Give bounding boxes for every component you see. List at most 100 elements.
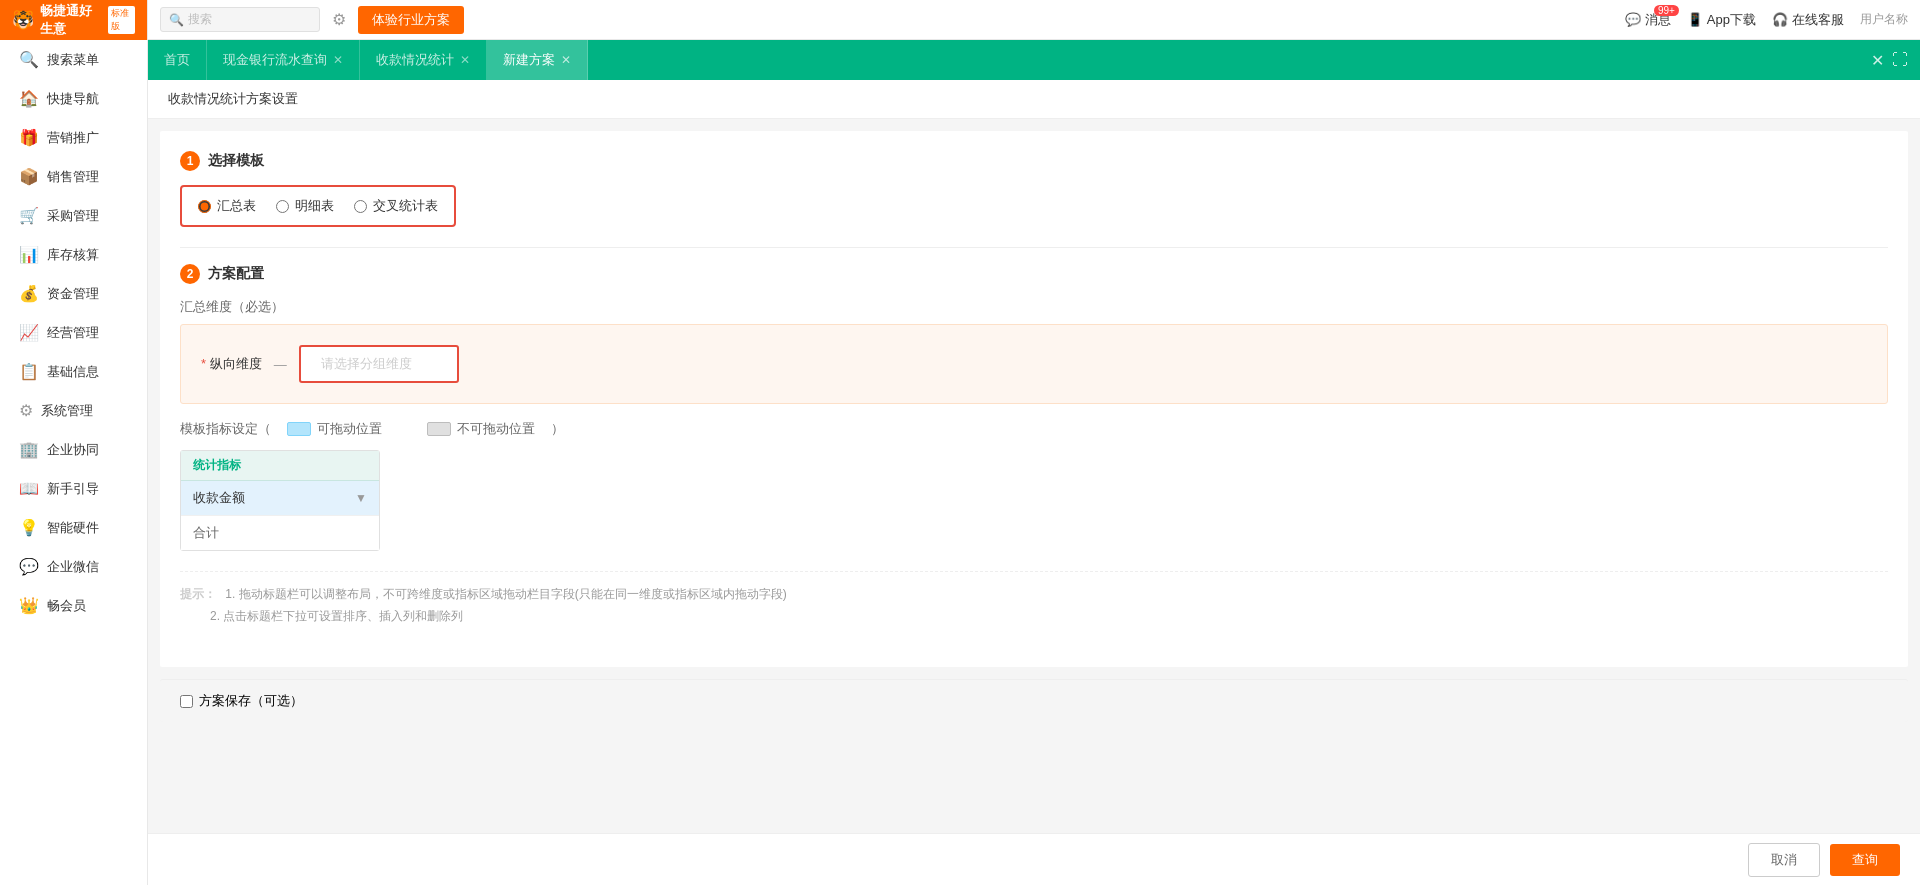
tab-home[interactable]: 首页 <box>148 40 207 80</box>
sidebar-item-quick-nav[interactable]: 🏠 快捷导航 <box>0 79 147 118</box>
legend-draggable: 可拖动位置 <box>287 420 382 438</box>
legend-separator <box>398 420 411 438</box>
dimension-config: 汇总维度（必选） * 纵向维度 — 请选择分组维度 <box>180 298 1888 551</box>
support-icon: 🎧 <box>1772 12 1788 27</box>
legend-non-draggable-box <box>427 422 451 436</box>
sidebar-item-search-menu[interactable]: 🔍 搜索菜单 <box>0 40 147 79</box>
app-download-icon: 📱 <box>1687 12 1703 27</box>
tab-collection-stats[interactable]: 收款情况统计 ✕ <box>360 40 487 80</box>
main-area: 🔍 搜索 ⚙ 体验行业方案 💬 消息 99+ 📱 App下载 🎧 在线客服 用户… <box>148 0 1920 885</box>
tab-bank-flow-close[interactable]: ✕ <box>333 53 343 67</box>
sidebar-item-label: 库存核算 <box>47 246 99 264</box>
sidebar-item-label: 营销推广 <box>47 129 99 147</box>
tips-title: 提示： <box>180 587 216 601</box>
tips-section: 提示： 1. 拖动标题栏可以调整布局，不可跨维度或指标区域拖动栏目字段(只能在同… <box>180 571 1888 627</box>
radio-crosstab-label: 交叉统计表 <box>373 197 438 215</box>
sidebar-item-finance[interactable]: 💰 资金管理 <box>0 274 147 313</box>
tips-item-1: 2. 点击标题栏下拉可设置排序、插入列和删除列 <box>210 609 463 623</box>
radio-summary-input[interactable] <box>198 200 211 213</box>
template-options: 汇总表 明细表 交叉统计表 <box>180 185 456 227</box>
sidebar-item-label: 销售管理 <box>47 168 99 186</box>
radio-detail-label: 明细表 <box>295 197 334 215</box>
home-icon: 🏠 <box>19 89 39 108</box>
radio-detail-input[interactable] <box>276 200 289 213</box>
step1-number: 1 <box>180 151 200 171</box>
query-button[interactable]: 查询 <box>1830 844 1900 876</box>
tips-spacer <box>180 609 207 623</box>
dimension-arrow: — <box>274 357 287 372</box>
sidebar: 🐯 畅捷通好生意 标准版 🔍 搜索菜单 🏠 快捷导航 🎁 营销推广 📦 销售管理… <box>0 0 148 885</box>
sidebar-item-label: 采购管理 <box>47 207 99 225</box>
sidebar-item-enterprise[interactable]: 🏢 企业协同 <box>0 430 147 469</box>
sidebar-item-member[interactable]: 👑 畅会员 <box>0 586 147 625</box>
radio-crosstab-input[interactable] <box>354 200 367 213</box>
sidebar-item-newbie[interactable]: 📖 新手引导 <box>0 469 147 508</box>
search-bar[interactable]: 🔍 搜索 <box>160 7 320 32</box>
sidebar-item-label: 企业微信 <box>47 558 99 576</box>
indicator-cell-1: 合计 <box>181 516 379 550</box>
trial-button[interactable]: 体验行业方案 <box>358 6 464 34</box>
sidebar-item-hardware[interactable]: 💡 智能硬件 <box>0 508 147 547</box>
tab-new-scheme-close[interactable]: ✕ <box>561 53 571 67</box>
hardware-icon: 💡 <box>19 518 39 537</box>
sidebar-logo: 🐯 畅捷通好生意 标准版 <box>0 0 147 40</box>
indicator-cell-0: 收款金额 ▼ <box>181 481 379 516</box>
sidebar-item-purchase[interactable]: 🛒 采购管理 <box>0 196 147 235</box>
save-checkbox[interactable] <box>180 695 193 708</box>
message-badge-container[interactable]: 💬 消息 99+ <box>1625 11 1671 29</box>
gear-icon[interactable]: ⚙ <box>332 10 346 29</box>
topbar-right: 💬 消息 99+ 📱 App下载 🎧 在线客服 用户名称 <box>1625 11 1908 29</box>
indicator-section-title: 统计指标 <box>181 451 379 481</box>
save-option-label: 方案保存（可选） <box>199 692 303 710</box>
tab-collection-stats-label: 收款情况统计 <box>376 51 454 69</box>
sidebar-item-basic-info[interactable]: 📋 基础信息 <box>0 352 147 391</box>
indicator-settings-header: 模板指标设定（ 可拖动位置 不可拖动位置 ） <box>180 420 1888 438</box>
indicator-cell-0-dropdown[interactable]: ▼ <box>355 491 367 505</box>
legend-non-draggable-label: 不可拖动位置 <box>457 420 535 438</box>
search-placeholder: 搜索 <box>188 11 212 28</box>
dimension-config-title: 汇总维度（必选） <box>180 298 1888 324</box>
radio-crosstab[interactable]: 交叉统计表 <box>354 197 438 215</box>
tab-bank-flow[interactable]: 现金银行流水查询 ✕ <box>207 40 360 80</box>
sidebar-item-label: 新手引导 <box>47 480 99 498</box>
indicator-settings-title: 模板指标设定（ <box>180 420 271 438</box>
vertical-label-text: 纵向维度 <box>210 356 262 371</box>
app-download[interactable]: 📱 App下载 <box>1687 11 1756 29</box>
tab-new-scheme[interactable]: 新建方案 ✕ <box>487 40 588 80</box>
step2-header: 2 方案配置 <box>180 264 1888 284</box>
sidebar-logo-text: 畅捷通好生意 <box>40 2 102 38</box>
cancel-button[interactable]: 取消 <box>1748 843 1820 877</box>
sidebar-item-sales[interactable]: 📦 销售管理 <box>0 157 147 196</box>
finance-icon: 💰 <box>19 284 39 303</box>
sidebar-item-system[interactable]: ⚙ 系统管理 <box>0 391 147 430</box>
online-support[interactable]: 🎧 在线客服 <box>1772 11 1844 29</box>
bottom-bar: 取消 查询 <box>148 833 1920 885</box>
indicator-cell-0-text: 收款金额 <box>193 489 245 507</box>
tabbar-spacer <box>588 40 1859 80</box>
legend-close-paren: ） <box>551 420 564 438</box>
enterprise-icon: 🏢 <box>19 440 39 459</box>
sidebar-item-label: 系统管理 <box>41 402 93 420</box>
wechat-icon: 💬 <box>19 557 39 576</box>
page-title-bar: 收款情况统计方案设置 <box>148 80 1920 119</box>
indicator-table: 统计指标 收款金额 ▼ 合计 <box>180 450 380 551</box>
sidebar-item-marketing[interactable]: 🎁 营销推广 <box>0 118 147 157</box>
step1-section: 1 选择模板 汇总表 明细表 交叉统计表 <box>180 151 1888 227</box>
radio-detail[interactable]: 明细表 <box>276 197 334 215</box>
tab-collection-stats-close[interactable]: ✕ <box>460 53 470 67</box>
dimension-placeholder[interactable]: 请选择分组维度 <box>299 345 459 383</box>
sidebar-item-label: 快捷导航 <box>47 90 99 108</box>
window-maximize-icon[interactable]: ⛶ <box>1892 51 1908 69</box>
sidebar-item-operation[interactable]: 📈 经营管理 <box>0 313 147 352</box>
sidebar-item-label: 畅会员 <box>47 597 86 615</box>
tabbar-actions: ✕ ⛶ <box>1859 40 1920 80</box>
sales-icon: 📦 <box>19 167 39 186</box>
system-icon: ⚙ <box>19 401 33 420</box>
sidebar-item-wechat[interactable]: 💬 企业微信 <box>0 547 147 586</box>
sidebar-item-inventory[interactable]: 📊 库存核算 <box>0 235 147 274</box>
divider1 <box>180 247 1888 248</box>
user-name: 用户名称 <box>1860 11 1908 28</box>
radio-summary[interactable]: 汇总表 <box>198 197 256 215</box>
step2-title: 方案配置 <box>208 265 264 283</box>
window-close-icon[interactable]: ✕ <box>1871 51 1884 70</box>
